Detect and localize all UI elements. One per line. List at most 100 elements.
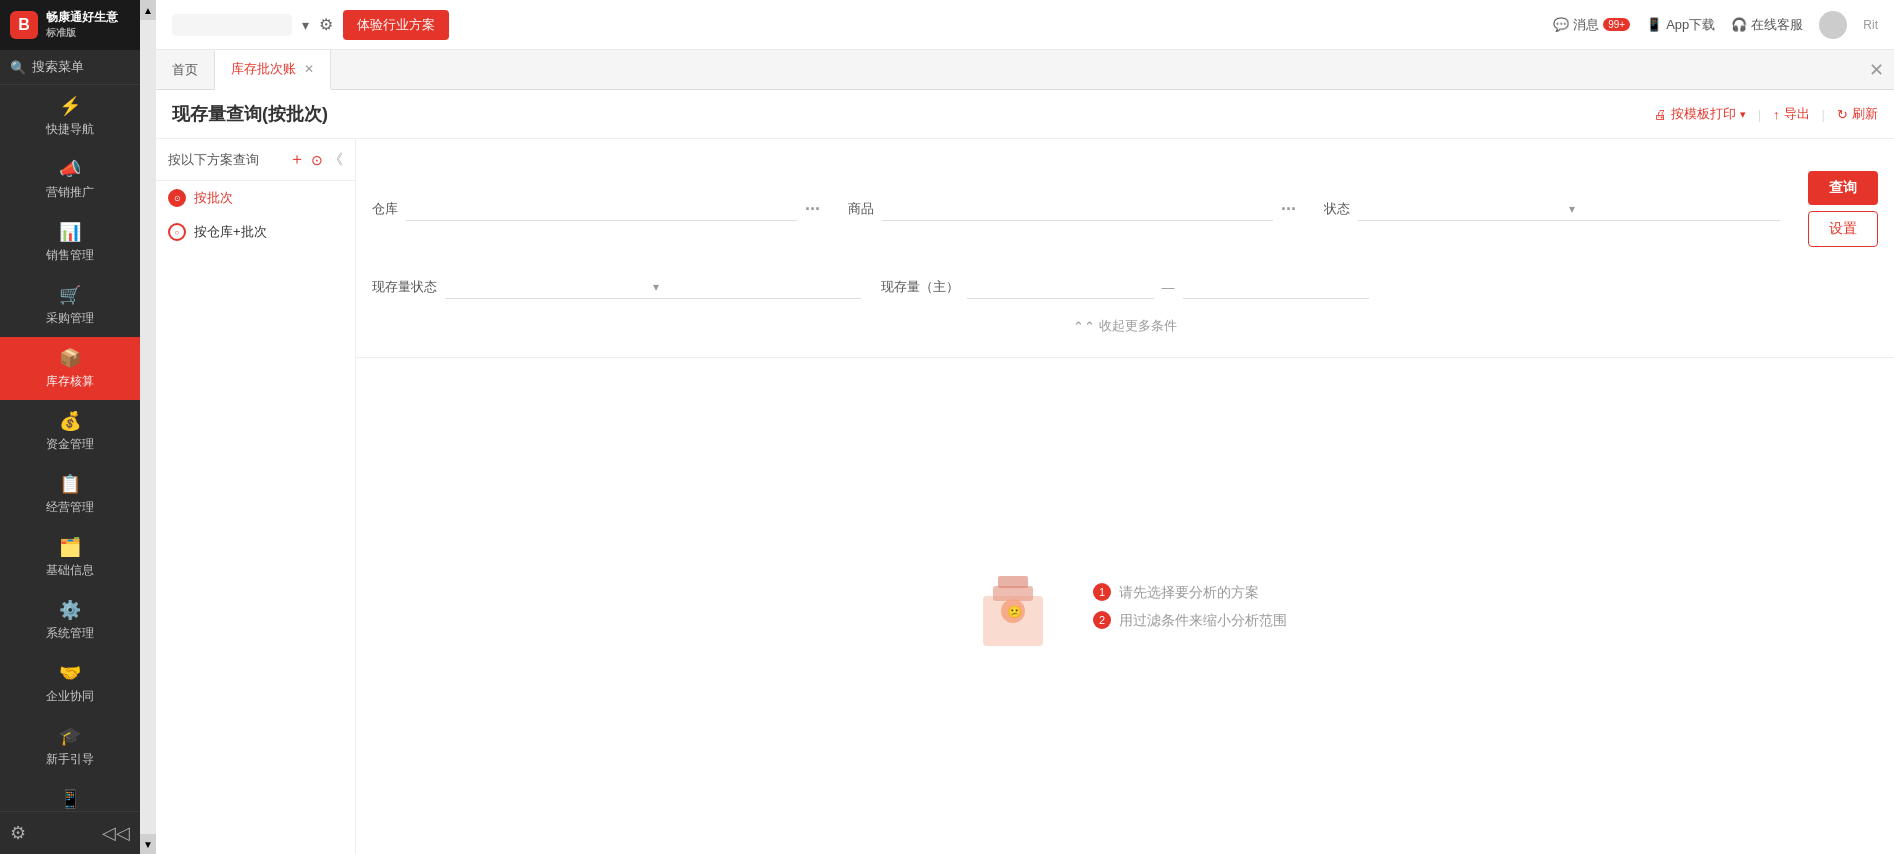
online-service-item[interactable]: 🎧 在线客服: [1731, 16, 1803, 34]
headset-icon: 🎧: [1731, 17, 1747, 32]
sidebar: B 畅康通好生意 标准版 🔍 搜索菜单 ⚡ 快捷导航 📣 营销推广 📊 销售管理…: [0, 0, 140, 854]
collapse-more-btn[interactable]: ⌃⌃ 收起更多条件: [372, 311, 1878, 341]
batch-icon: ⊙: [168, 189, 186, 207]
tab-close-all-icon[interactable]: ✕: [1869, 59, 1884, 81]
status-dropdown-arrow: ▾: [1569, 202, 1780, 216]
app-download-item[interactable]: 📱 App下载: [1646, 16, 1715, 34]
messages-item[interactable]: 💬 消息 99+: [1553, 16, 1630, 34]
warehouse-batch-icon: ○: [168, 223, 186, 241]
purchase-icon: 🛒: [59, 284, 81, 306]
sidebar-item-finance[interactable]: 💰 资金管理: [0, 400, 140, 463]
left-panel: 按以下方案查询 ＋ ⊙ 《 ⊙ 按批次 ○: [156, 139, 356, 854]
sidebar-item-guide[interactable]: 🎓 新手引导: [0, 715, 140, 778]
inventory-amount-filter: 现存量（主） —: [881, 275, 1370, 299]
sidebar-item-enterprise[interactable]: 🤝 企业协同: [0, 652, 140, 715]
left-panel-actions: ＋ ⊙ 《: [289, 149, 343, 170]
product-input[interactable]: [882, 197, 1273, 221]
topbar: ▾ ⚙ 体验行业方案 💬 消息 99+ 📱 App下载 🎧 在线客服 Rit: [156, 0, 1894, 50]
scheme-by-batch[interactable]: ⊙ 按批次: [156, 181, 355, 215]
chevron-up-icon: ⌃⌃: [1073, 319, 1095, 334]
warehouse-input[interactable]: [406, 197, 797, 221]
scheme-by-warehouse-batch[interactable]: ○ 按仓库+批次: [156, 215, 355, 249]
apps-icon: 📱: [59, 788, 81, 810]
collapse-left-panel-icon[interactable]: 《: [329, 151, 343, 169]
scroll-up-arrow[interactable]: ▲: [140, 0, 156, 20]
left-panel-header: 按以下方案查询 ＋ ⊙ 《: [156, 139, 355, 181]
topbar-gear-icon[interactable]: ⚙: [319, 15, 333, 34]
topbar-search-input[interactable]: [172, 14, 292, 36]
sidebar-item-label: 销售管理: [46, 247, 94, 264]
search-menu-item[interactable]: 🔍 搜索菜单: [0, 50, 140, 85]
status-filter: 状态 ▾: [1324, 198, 1780, 221]
tab-home[interactable]: 首页: [156, 51, 215, 89]
messages-label: 消息: [1573, 16, 1599, 34]
tab-home-label: 首页: [172, 61, 198, 79]
messages-badge: 99+: [1603, 18, 1630, 31]
inventory-amount-label: 现存量（主）: [881, 278, 959, 296]
sidebar-item-purchase[interactable]: 🛒 采购管理: [0, 274, 140, 337]
status-dropdown[interactable]: ▾: [1358, 198, 1780, 221]
empty-tips: 1 请先选择要分析的方案 2 用过滤条件来缩小分析范围: [1093, 578, 1287, 634]
warehouse-more-btn[interactable]: ···: [797, 199, 828, 220]
filter-area: 仓库 ··· 商品 ··· 状态: [356, 139, 1894, 358]
svg-text:😕: 😕: [1007, 604, 1022, 619]
operations-icon: 📋: [59, 473, 81, 495]
refresh-label: 刷新: [1852, 105, 1878, 123]
query-button[interactable]: 查询: [1808, 171, 1878, 205]
filter-fields: 仓库 ··· 商品 ··· 状态: [372, 155, 1878, 341]
user-avatar[interactable]: [1819, 11, 1847, 39]
empty-state-content: 😕 1 请先选择要分析的方案 2 用过滤条件来缩小分析范围: [963, 556, 1287, 656]
body-layout: 按以下方案查询 ＋ ⊙ 《 ⊙ 按批次 ○: [156, 139, 1894, 854]
refresh-btn[interactable]: ↻ 刷新: [1837, 105, 1878, 123]
warehouse-filter: 仓库 ···: [372, 197, 828, 221]
tip-2-text: 用过滤条件来缩小分析范围: [1119, 606, 1287, 634]
amount-dash: —: [1154, 280, 1183, 295]
print-btn[interactable]: 🖨 按模板打印 ▾: [1654, 105, 1746, 123]
empty-state: 😕 1 请先选择要分析的方案 2 用过滤条件来缩小分析范围: [356, 358, 1894, 854]
page-actions: 🖨 按模板打印 ▾ | ↑ 导出 | ↻ 刷新: [1654, 105, 1878, 123]
status-label: 状态: [1324, 200, 1350, 218]
settings-scheme-icon[interactable]: ⊙: [311, 152, 323, 168]
sidebar-item-sales[interactable]: 📊 销售管理: [0, 211, 140, 274]
sidebar-item-apps[interactable]: 📱 应用中心: [0, 778, 140, 811]
collapse-sidebar-icon[interactable]: ◁◁: [102, 822, 130, 844]
sidebar-item-inventory[interactable]: 📦 库存核算: [0, 337, 140, 400]
sidebar-item-label: 基础信息: [46, 562, 94, 579]
warehouse-label: 仓库: [372, 200, 398, 218]
sidebar-item-basics[interactable]: 🗂️ 基础信息: [0, 526, 140, 589]
inventory-amount-from[interactable]: [967, 275, 1154, 299]
left-panel-title: 按以下方案查询: [168, 151, 259, 169]
sidebar-item-quick-nav[interactable]: ⚡ 快捷导航: [0, 85, 140, 148]
product-label: 商品: [848, 200, 874, 218]
product-more-btn[interactable]: ···: [1273, 199, 1304, 220]
right-panel: 仓库 ··· 商品 ··· 状态: [356, 139, 1894, 854]
sidebar-footer: ⚙ ◁◁: [0, 811, 140, 854]
experience-btn[interactable]: 体验行业方案: [343, 10, 449, 40]
tab-batch-account[interactable]: 库存批次账 ✕: [215, 50, 331, 90]
message-icon: 💬: [1553, 17, 1569, 32]
export-btn[interactable]: ↑ 导出: [1773, 105, 1810, 123]
filter-row-2: 现存量状态 ▾ 现存量（主） —: [372, 275, 1878, 299]
collapse-more-label: 收起更多条件: [1099, 317, 1177, 335]
settings-button[interactable]: 设置: [1808, 211, 1878, 247]
add-scheme-icon[interactable]: ＋: [289, 149, 305, 170]
divider2: |: [1822, 107, 1825, 122]
print-dropdown-icon[interactable]: ▾: [1740, 108, 1746, 121]
settings-icon[interactable]: ⚙: [10, 822, 26, 844]
sidebar-item-system[interactable]: ⚙️ 系统管理: [0, 589, 140, 652]
tip-2-num: 2: [1093, 611, 1111, 629]
sidebar-nav: ⚡ 快捷导航 📣 营销推广 📊 销售管理 🛒 采购管理 📦 库存核算 💰 资金管…: [0, 85, 140, 811]
tip-1-text: 请先选择要分析的方案: [1119, 578, 1259, 606]
sidebar-item-operations[interactable]: 📋 经营管理: [0, 463, 140, 526]
main-area: ▾ ⚙ 体验行业方案 💬 消息 99+ 📱 App下载 🎧 在线客服 Rit 首…: [156, 0, 1894, 854]
svg-rect-2: [998, 576, 1028, 588]
inventory-status-dropdown[interactable]: ▾: [445, 276, 861, 299]
inventory-amount-to[interactable]: [1183, 275, 1370, 299]
sidebar-item-marketing[interactable]: 📣 营销推广: [0, 148, 140, 211]
filter-row-1: 仓库 ··· 商品 ··· 状态: [372, 155, 1878, 263]
tab-close-icon[interactable]: ✕: [304, 62, 314, 76]
scroll-down-arrow[interactable]: ▼: [140, 834, 156, 854]
by-batch-label: 按批次: [194, 189, 233, 207]
topbar-dropdown-btn[interactable]: ▾: [302, 17, 309, 33]
print-icon: 🖨: [1654, 107, 1667, 122]
